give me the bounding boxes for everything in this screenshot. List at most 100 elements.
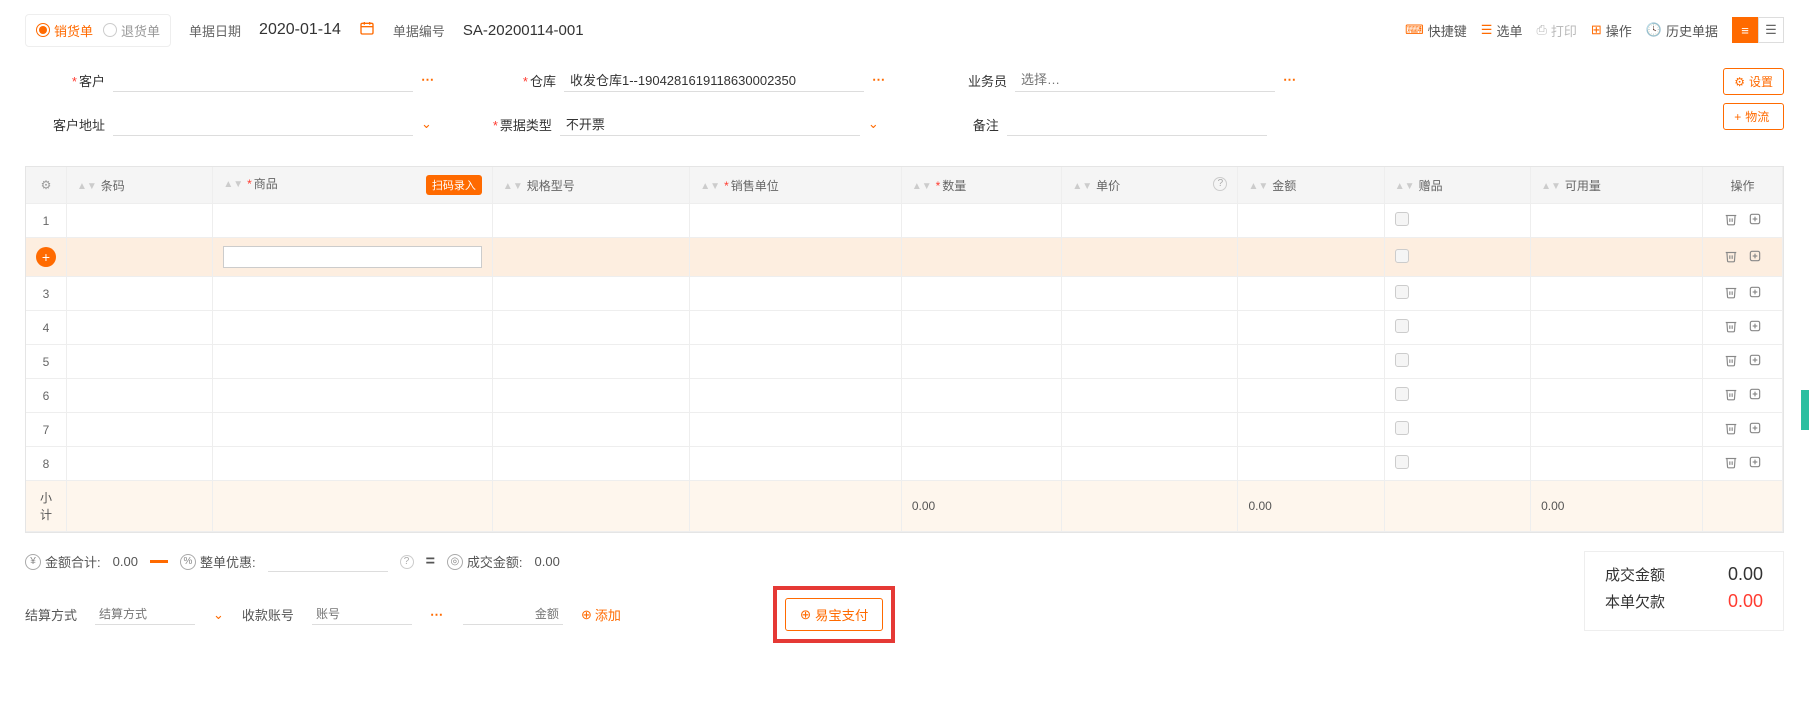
salesperson-lookup-icon[interactable]: ⋯: [1283, 72, 1298, 88]
cell-barcode[interactable]: [67, 413, 213, 447]
order-type-radio-group[interactable]: 销货单 退货单: [25, 14, 171, 47]
copy-row-icon[interactable]: [1748, 353, 1762, 370]
settings-button[interactable]: ⚙设置: [1723, 68, 1784, 95]
add-row-icon[interactable]: +: [36, 247, 56, 267]
warehouse-input[interactable]: [564, 68, 864, 92]
cell-gift[interactable]: [1384, 311, 1530, 345]
payment-method-input[interactable]: [95, 604, 195, 625]
cell-product[interactable]: [213, 277, 493, 311]
cell-gift[interactable]: [1384, 204, 1530, 238]
copy-row-icon[interactable]: [1748, 285, 1762, 302]
remark-input[interactable]: [1007, 112, 1267, 136]
radio-sales-order[interactable]: 销货单: [36, 21, 93, 40]
col-qty[interactable]: ▲▼*数量: [901, 167, 1062, 204]
cell-qty[interactable]: [901, 379, 1062, 413]
table-row[interactable]: 4: [26, 311, 1783, 345]
cell-product[interactable]: [213, 311, 493, 345]
table-row[interactable]: +: [26, 238, 1783, 277]
cell-amount[interactable]: [1238, 345, 1384, 379]
customer-input[interactable]: [113, 68, 413, 92]
gift-checkbox[interactable]: [1395, 319, 1409, 333]
table-row[interactable]: 1: [26, 204, 1783, 238]
cell-spec[interactable]: [492, 345, 689, 379]
copy-row-icon[interactable]: [1748, 212, 1762, 229]
cell-spec[interactable]: [492, 413, 689, 447]
cell-gift[interactable]: [1384, 413, 1530, 447]
cell-qty[interactable]: [901, 413, 1062, 447]
cell-barcode[interactable]: [67, 311, 213, 345]
cell-product[interactable]: [213, 238, 493, 277]
col-barcode[interactable]: ▲▼条码: [67, 167, 213, 204]
cell-unit[interactable]: [690, 311, 902, 345]
cell-gift[interactable]: [1384, 345, 1530, 379]
gift-checkbox[interactable]: [1395, 353, 1409, 367]
cell-qty[interactable]: [901, 345, 1062, 379]
delete-row-icon[interactable]: [1724, 353, 1738, 370]
copy-row-icon[interactable]: [1748, 387, 1762, 404]
cell-qty[interactable]: [901, 204, 1062, 238]
gift-checkbox[interactable]: [1395, 421, 1409, 435]
table-row[interactable]: 5: [26, 345, 1783, 379]
cell-qty[interactable]: [901, 277, 1062, 311]
cell-amount[interactable]: [1238, 311, 1384, 345]
payment-amount-input[interactable]: [463, 604, 563, 625]
view-compact-button[interactable]: ≡: [1732, 17, 1758, 43]
cell-spec[interactable]: [492, 204, 689, 238]
copy-row-icon[interactable]: [1748, 249, 1762, 266]
cell-qty[interactable]: [901, 238, 1062, 277]
cell-price[interactable]: [1062, 238, 1238, 277]
print-button[interactable]: ⎙打印: [1536, 21, 1576, 40]
col-gift[interactable]: ▲▼赠品: [1384, 167, 1530, 204]
delete-row-icon[interactable]: [1724, 319, 1738, 336]
cell-product[interactable]: [213, 379, 493, 413]
history-button[interactable]: 🕓历史单据: [1646, 21, 1718, 40]
warehouse-lookup-icon[interactable]: ⋯: [872, 72, 887, 88]
cell-amount[interactable]: [1238, 238, 1384, 277]
cell-qty[interactable]: [901, 447, 1062, 481]
cell-barcode[interactable]: [67, 277, 213, 311]
cell-spec[interactable]: [492, 379, 689, 413]
cell-amount[interactable]: [1238, 413, 1384, 447]
radio-return-order[interactable]: 退货单: [103, 21, 160, 40]
cell-unit[interactable]: [690, 238, 902, 277]
help-icon[interactable]: ?: [400, 555, 414, 569]
select-order-button[interactable]: ☰选单: [1481, 21, 1523, 40]
cell-barcode[interactable]: [67, 447, 213, 481]
logistics-button[interactable]: +物流: [1723, 103, 1784, 130]
cell-gift[interactable]: [1384, 379, 1530, 413]
cell-qty[interactable]: [901, 311, 1062, 345]
cell-unit[interactable]: [690, 345, 902, 379]
delete-row-icon[interactable]: [1724, 249, 1738, 266]
copy-row-icon[interactable]: [1748, 421, 1762, 438]
customer-lookup-icon[interactable]: ⋯: [421, 72, 436, 88]
date-value[interactable]: 2020-01-14: [259, 21, 341, 39]
table-row[interactable]: 6: [26, 379, 1783, 413]
cell-unit[interactable]: [690, 447, 902, 481]
delete-row-icon[interactable]: [1724, 421, 1738, 438]
delete-row-icon[interactable]: [1724, 455, 1738, 472]
cell-barcode[interactable]: [67, 204, 213, 238]
add-payment-button[interactable]: ⊕添加: [581, 605, 621, 624]
cell-spec[interactable]: [492, 277, 689, 311]
cell-barcode[interactable]: [67, 238, 213, 277]
chevron-down-icon[interactable]: ⌄: [868, 116, 879, 132]
cell-price[interactable]: [1062, 277, 1238, 311]
gift-checkbox[interactable]: [1395, 387, 1409, 401]
col-available[interactable]: ▲▼可用量: [1531, 167, 1703, 204]
col-unit[interactable]: ▲▼*销售单位: [690, 167, 902, 204]
gift-checkbox[interactable]: [1395, 249, 1409, 263]
cell-product[interactable]: [213, 345, 493, 379]
cell-price[interactable]: [1062, 413, 1238, 447]
cell-product[interactable]: [213, 204, 493, 238]
col-spec[interactable]: ▲▼规格型号: [492, 167, 689, 204]
salesperson-input[interactable]: [1015, 68, 1275, 92]
cell-amount[interactable]: [1238, 447, 1384, 481]
scan-badge[interactable]: 扫码录入: [426, 175, 482, 195]
chevron-down-icon[interactable]: ⌄: [421, 116, 432, 132]
cell-price[interactable]: [1062, 311, 1238, 345]
shortcut-button[interactable]: ⌨快捷键: [1405, 21, 1467, 40]
cell-spec[interactable]: [492, 238, 689, 277]
discount-input[interactable]: [268, 551, 388, 572]
table-row[interactable]: 7: [26, 413, 1783, 447]
table-row[interactable]: 8: [26, 447, 1783, 481]
